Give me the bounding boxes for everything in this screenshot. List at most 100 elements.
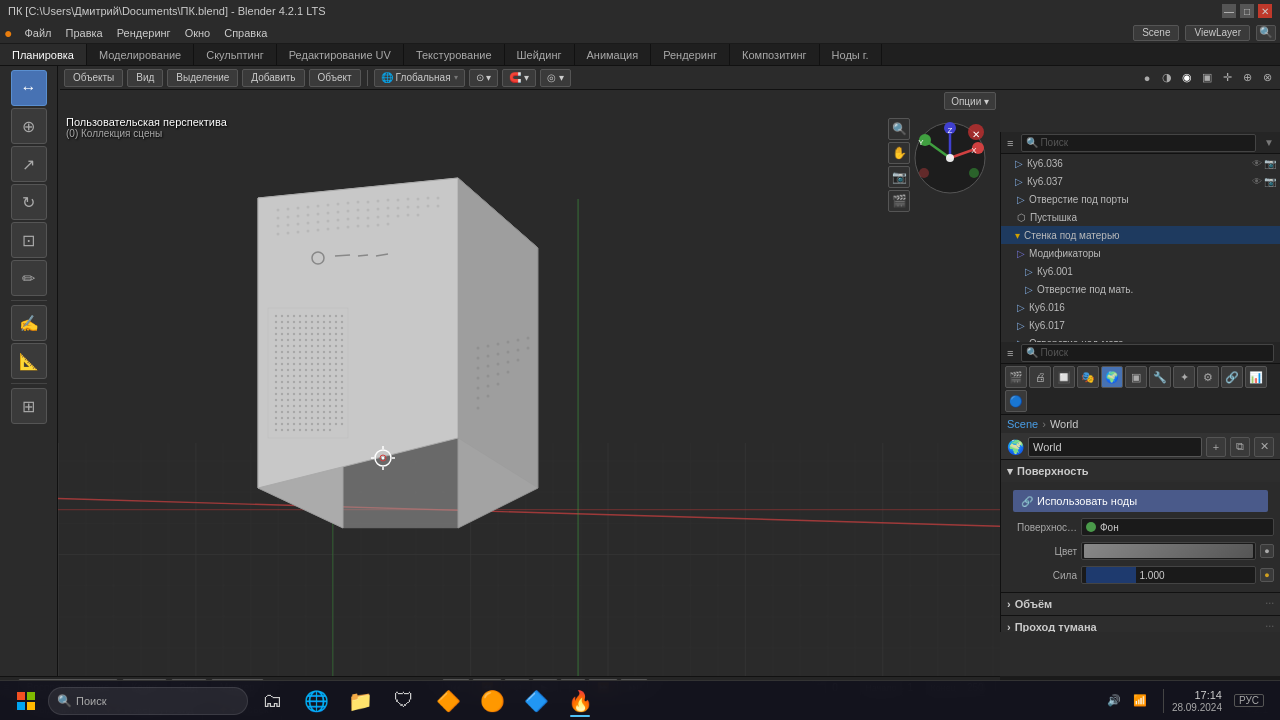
menu-help[interactable]: Справка [218, 25, 273, 41]
strength-value[interactable]: 1.000 [1081, 566, 1256, 584]
outliner-item-modifiers[interactable]: ▷ Модификаторы [1001, 244, 1280, 262]
tab-object[interactable]: ▣ [1125, 366, 1147, 388]
snap-toggle[interactable]: 🧲 ▾ [502, 69, 536, 87]
add-menu[interactable]: Добавить [242, 69, 304, 87]
viewport-shading-wireframe[interactable]: ▣ [1198, 70, 1216, 86]
volume-section-header[interactable]: › Объём ⋯ [1001, 593, 1280, 615]
breadcrumb-scene[interactable]: Scene [1007, 418, 1038, 430]
fog-section-header[interactable]: › Проход тумана ⋯ [1001, 616, 1280, 632]
breadcrumb-world[interactable]: World [1050, 418, 1079, 430]
tab-modeling[interactable]: Моделирование [87, 44, 194, 65]
tab-animation[interactable]: Анимация [575, 44, 652, 65]
view-menu[interactable]: Вид [127, 69, 163, 87]
color-swatch[interactable] [1084, 544, 1253, 558]
taskbar-app-explorer[interactable]: 🗂 [252, 683, 292, 719]
tab-sculpting[interactable]: Скульптинг [194, 44, 277, 65]
color-dot-button[interactable]: ● [1260, 544, 1274, 558]
systray-clock[interactable]: 17:14 28.09.2024 [1163, 689, 1222, 713]
outliner-search-box[interactable]: 🔍 Поиск [1021, 134, 1256, 152]
move-tool-button[interactable]: ↗ [11, 146, 47, 182]
tab-modifier[interactable]: 🔧 [1149, 366, 1171, 388]
outliner-item-ku6-016[interactable]: ▷ Ку6.016 [1001, 298, 1280, 316]
scale-tool-button[interactable]: ⊡ [11, 222, 47, 258]
world-close-button[interactable]: ✕ [1254, 437, 1274, 457]
world-name-input[interactable] [1028, 437, 1202, 457]
rotate-tool-button[interactable]: ↻ [11, 184, 47, 220]
tab-shading[interactable]: Шейдинг [505, 44, 575, 65]
taskbar-app-edge[interactable]: 🌐 [296, 683, 336, 719]
use-nodes-button[interactable]: 🔗 Использовать ноды [1013, 490, 1268, 512]
menu-window[interactable]: Окно [179, 25, 217, 41]
tab-view-layer[interactable]: 🔲 [1053, 366, 1075, 388]
tab-physics[interactable]: ⚙ [1197, 366, 1219, 388]
close-button[interactable]: ✕ [1258, 4, 1272, 18]
show-gizmo[interactable]: ✛ [1218, 70, 1236, 86]
props-search-box[interactable]: 🔍 Поиск [1021, 344, 1274, 362]
transform-pivot[interactable]: ⊙ ▾ [469, 69, 499, 87]
taskbar-app-files[interactable]: 📁 [340, 683, 380, 719]
color-value[interactable] [1081, 542, 1256, 560]
sound-icon[interactable]: 🔊 [1103, 692, 1125, 709]
taskbar-search-box[interactable]: 🔍 Поиск [48, 687, 248, 715]
start-button[interactable] [8, 683, 44, 719]
add-tool-button[interactable]: ⊞ [11, 388, 47, 424]
menu-render[interactable]: Рендеринг [111, 25, 177, 41]
tab-output[interactable]: 🖨 [1029, 366, 1051, 388]
strength-dot-button[interactable]: ● [1260, 568, 1274, 582]
viewport-gizmo[interactable]: X Y Z ✕ [910, 118, 990, 198]
outliner-item-empty[interactable]: ⬡ Пустышка [1001, 208, 1280, 226]
camera2-icon[interactable]: 📷 [1264, 158, 1276, 169]
network-icon[interactable]: 📶 [1129, 692, 1151, 709]
outliner-filter[interactable]: ▼ [1264, 137, 1274, 148]
grab-hand[interactable]: ✋ [888, 142, 910, 164]
viewport-shading-solid[interactable]: ● [1138, 70, 1156, 86]
taskbar-app-security[interactable]: 🛡 [384, 683, 424, 719]
outliner-item-ku6-036[interactable]: ▷ Ку6.036 👁 📷 [1001, 154, 1280, 172]
menu-edit[interactable]: Правка [60, 25, 109, 41]
maximize-button[interactable]: □ [1240, 4, 1254, 18]
tab-material[interactable]: 🔵 [1005, 390, 1027, 412]
taskbar-app-app3[interactable]: 🔷 [516, 683, 556, 719]
eye-icon[interactable]: 👁 [1252, 176, 1262, 187]
camera-icon[interactable]: 📷 [888, 166, 910, 188]
outliner-item-ku6-001[interactable]: ▷ Ку6.001 [1001, 262, 1280, 280]
tab-particles[interactable]: ✦ [1173, 366, 1195, 388]
select-menu[interactable]: Выделение [167, 69, 238, 87]
outliner-item-hole-over[interactable]: ▷ Отверстие над-мате. [1001, 334, 1280, 342]
eye-icon[interactable]: 👁 [1252, 158, 1262, 169]
taskbar-app-blender[interactable]: 🔥 [560, 683, 600, 719]
menu-file[interactable]: Файл [18, 25, 57, 41]
surface-section-header[interactable]: ▾ Поверхность [1001, 460, 1280, 482]
viewport-shading-material[interactable]: ◑ [1158, 70, 1176, 86]
transform-orientation[interactable]: 🌐 Глобальная ▾ [374, 69, 465, 87]
outliner-item-wall[interactable]: ▾ Стенка под матерью [1001, 226, 1280, 244]
proportional-edit[interactable]: ◎ ▾ [540, 69, 571, 87]
lang-indicator[interactable]: РУС [1234, 694, 1264, 707]
tab-compositing[interactable]: Композитинг [730, 44, 820, 65]
tab-world[interactable]: 🌍 [1101, 366, 1123, 388]
tab-rendering[interactable]: Рендеринг [651, 44, 730, 65]
show-overlays[interactable]: ⊕ [1238, 70, 1256, 86]
tab-texture[interactable]: Текстурование [404, 44, 505, 65]
objects-menu[interactable]: Объекты [64, 69, 123, 87]
tab-uv[interactable]: Редактирование UV [277, 44, 404, 65]
outliner-item-ports[interactable]: ▷ Отверстие под порты [1001, 190, 1280, 208]
cursor-tool-button[interactable]: ⊕ [11, 108, 47, 144]
render-icon[interactable]: 🎬 [888, 190, 910, 212]
camera2-icon[interactable]: 📷 [1264, 176, 1276, 187]
tab-planировка[interactable]: Планировка [0, 44, 87, 65]
outliner-item-hole-board[interactable]: ▷ Отверстие под мать. [1001, 280, 1280, 298]
options-button[interactable]: Опции ▾ [944, 92, 996, 110]
taskbar-app-app1[interactable]: 🔶 [428, 683, 468, 719]
annotate-tool-button[interactable]: ✍ [11, 305, 47, 341]
viewport-shading-rendered[interactable]: ◉ [1178, 70, 1196, 86]
select-tool-button[interactable]: ↔ [11, 70, 47, 106]
object-menu[interactable]: Объект [309, 69, 361, 87]
world-new-button[interactable]: + [1206, 437, 1226, 457]
tab-constraints[interactable]: 🔗 [1221, 366, 1243, 388]
zoom-to-fit[interactable]: 🔍 [888, 118, 910, 140]
minimize-button[interactable]: — [1222, 4, 1236, 18]
tab-data[interactable]: 📊 [1245, 366, 1267, 388]
viewport-canvas[interactable]: Пользовательская перспектива (0) Коллекц… [58, 88, 1000, 676]
show-xray[interactable]: ⊗ [1258, 70, 1276, 86]
